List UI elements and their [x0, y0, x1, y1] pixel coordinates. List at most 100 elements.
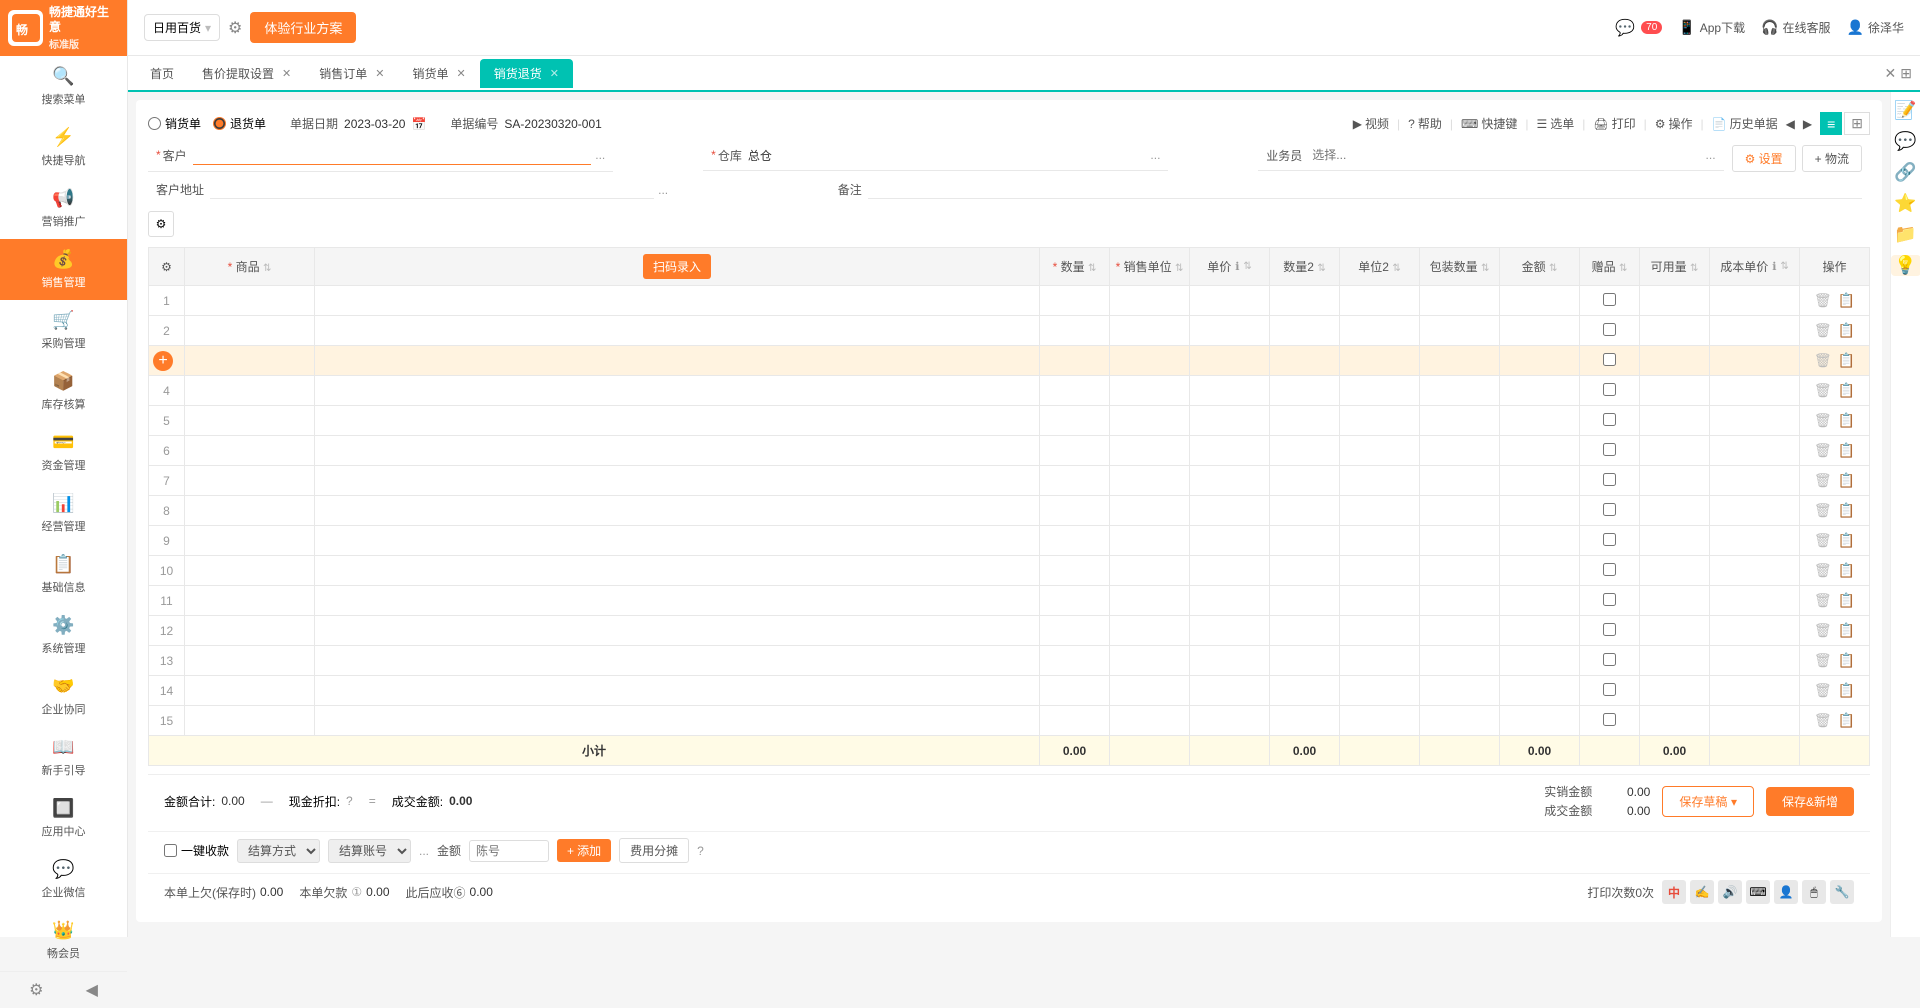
tab-home[interactable]: 首页: [136, 59, 188, 88]
notification-item[interactable]: 💬 70: [1615, 18, 1662, 38]
sidebar-item-marketing[interactable]: 📢 营销推广: [0, 178, 127, 239]
gift-checkbox-7[interactable]: [1603, 473, 1616, 486]
gift-checkbox-14[interactable]: [1603, 683, 1616, 696]
fenpai-btn[interactable]: 费用分摊: [619, 838, 689, 863]
collapse-icon[interactable]: ◀: [86, 980, 98, 1000]
app-download-item[interactable]: 📱 App下载: [1678, 19, 1745, 36]
taskbar-icon-5[interactable]: 👤: [1774, 880, 1798, 904]
gift-checkbox-5[interactable]: [1603, 413, 1616, 426]
sidebar-item-finance[interactable]: 💳 资金管理: [0, 422, 127, 483]
calendar-icon[interactable]: 📅: [411, 117, 426, 131]
customer-dots[interactable]: ...: [595, 148, 605, 162]
row-unit-2[interactable]: [1110, 316, 1190, 346]
settings-btn[interactable]: ⚙ 设置: [1732, 145, 1796, 172]
copy-row-14[interactable]: 📋: [1838, 682, 1855, 699]
sidebar-item-inventory[interactable]: 📦 库存核算: [0, 361, 127, 422]
row-qty-1[interactable]: [1040, 286, 1110, 316]
add-payment-btn[interactable]: + 添加: [557, 839, 611, 862]
delete-row-14[interactable]: 🗑: [1814, 682, 1832, 699]
row-pack-1[interactable]: [1420, 286, 1500, 316]
industry-selector[interactable]: 日用百货 ▾: [144, 14, 220, 41]
gift-checkbox-add[interactable]: [1603, 353, 1616, 366]
copy-row-13[interactable]: 📋: [1838, 652, 1855, 669]
close-all-tabs-icon[interactable]: ✕: [1885, 65, 1897, 82]
row-price-2[interactable]: [1190, 316, 1270, 346]
th-cost-info-icon[interactable]: ℹ: [1772, 260, 1776, 273]
th-amount-sort[interactable]: ⇅: [1549, 263, 1557, 274]
row-unit-1[interactable]: [1110, 286, 1190, 316]
copy-row-1[interactable]: 📋: [1838, 292, 1855, 309]
rp-icon-2[interactable]: 💬: [1894, 131, 1916, 152]
copy-row-7[interactable]: 📋: [1838, 472, 1855, 489]
one-click-pay-checkbox[interactable]: [164, 844, 177, 857]
expand-tabs-icon[interactable]: ⊞: [1900, 65, 1912, 82]
rp-icon-4[interactable]: ⭐: [1894, 193, 1916, 214]
help-amount-icon[interactable]: ?: [346, 794, 353, 808]
radio-sales-input[interactable]: [148, 117, 161, 130]
add-row-btn-cell[interactable]: +: [149, 346, 185, 376]
account-dots[interactable]: ...: [419, 844, 429, 858]
radio-return[interactable]: 退货单: [213, 115, 266, 132]
address-dots[interactable]: ...: [658, 183, 668, 197]
customer-input[interactable]: [193, 146, 592, 165]
action-select[interactable]: ☰ 选单: [1536, 115, 1574, 132]
gift-checkbox-4[interactable]: [1603, 383, 1616, 396]
row-product-1[interactable]: [185, 286, 315, 316]
taskbar-icon-6[interactable]: 🖱: [1802, 880, 1826, 904]
gift-checkbox-15[interactable]: [1603, 713, 1616, 726]
tab-sales-order-close[interactable]: ✕: [375, 67, 384, 80]
one-click-pay-checkbox-label[interactable]: 一键收款: [164, 842, 229, 859]
delete-add-row[interactable]: 🗑: [1814, 352, 1832, 369]
delete-row-4[interactable]: 🗑: [1814, 382, 1832, 399]
action-history[interactable]: 📄 历史单据: [1712, 115, 1778, 132]
gift-checkbox-1[interactable]: [1603, 293, 1616, 306]
copy-row-2[interactable]: 📋: [1838, 322, 1855, 339]
rp-icon-3[interactable]: 🔗: [1894, 162, 1916, 183]
scan-btn[interactable]: 扫码录入: [643, 254, 711, 279]
tab-price-extract[interactable]: 售价提取设置 ✕: [188, 59, 305, 88]
add-row-unit[interactable]: [1110, 346, 1190, 376]
action-next-record[interactable]: ▶: [1803, 117, 1812, 131]
row-gift-1[interactable]: [1580, 286, 1640, 316]
add-row-product[interactable]: [185, 346, 315, 376]
copy-row-8[interactable]: 📋: [1838, 502, 1855, 519]
action-operate[interactable]: ⚙ 操作: [1655, 115, 1693, 132]
sidebar-item-guide[interactable]: 📖 新手引导: [0, 727, 127, 788]
sidebar-item-cooperation[interactable]: 🤝 企业协同: [0, 666, 127, 727]
amount-input[interactable]: [469, 840, 549, 862]
taskbar-icon-2[interactable]: ✍: [1690, 880, 1714, 904]
tab-sales-return-close[interactable]: ✕: [550, 67, 559, 80]
row-amount-2[interactable]: [1500, 316, 1580, 346]
row-unit2-1[interactable]: [1340, 286, 1420, 316]
th-price-info-icon[interactable]: ℹ: [1235, 260, 1239, 273]
view-table-btn[interactable]: ≡: [1820, 112, 1842, 135]
th-pack-sort[interactable]: ⇅: [1481, 263, 1489, 274]
sidebar-item-purchase[interactable]: 🛒 采购管理: [0, 300, 127, 361]
copy-add-row[interactable]: 📋: [1838, 352, 1855, 369]
gift-checkbox-8[interactable]: [1603, 503, 1616, 516]
settings-bottom-icon[interactable]: ⚙: [29, 980, 43, 1000]
tab-sales-return[interactable]: 销货退货 ✕: [480, 59, 573, 88]
user-item[interactable]: 👤 徐泽华: [1847, 19, 1904, 36]
row-qty2-1[interactable]: [1270, 286, 1340, 316]
th-product-sort[interactable]: ⇅: [263, 263, 271, 274]
add-row-btn[interactable]: +: [153, 351, 173, 371]
sidebar-item-system[interactable]: ⚙️ 系统管理: [0, 605, 127, 666]
gift-checkbox-13[interactable]: [1603, 653, 1616, 666]
row-amount-1[interactable]: [1500, 286, 1580, 316]
th-cost-sort[interactable]: ⇅: [1780, 261, 1788, 272]
account-method-select[interactable]: 结算方式: [237, 839, 320, 863]
radio-return-input[interactable]: [213, 117, 226, 130]
experience-btn[interactable]: 体验行业方案: [250, 12, 356, 43]
th-qty-sort[interactable]: ⇅: [1088, 263, 1096, 274]
add-row-amount[interactable]: [1500, 346, 1580, 376]
tab-sales-order[interactable]: 销售订单 ✕: [305, 59, 398, 88]
row-price-1[interactable]: [1190, 286, 1270, 316]
delete-row-9[interactable]: 🗑: [1814, 532, 1832, 549]
gift-checkbox-12[interactable]: [1603, 623, 1616, 636]
rp-icon-1[interactable]: 📝: [1894, 100, 1916, 121]
taskbar-icon-7[interactable]: 🔧: [1830, 880, 1854, 904]
delete-row-15[interactable]: 🗑: [1814, 712, 1832, 729]
th-gift-sort[interactable]: ⇅: [1619, 263, 1627, 274]
sidebar-item-wechat[interactable]: 💬 企业微信: [0, 849, 127, 910]
